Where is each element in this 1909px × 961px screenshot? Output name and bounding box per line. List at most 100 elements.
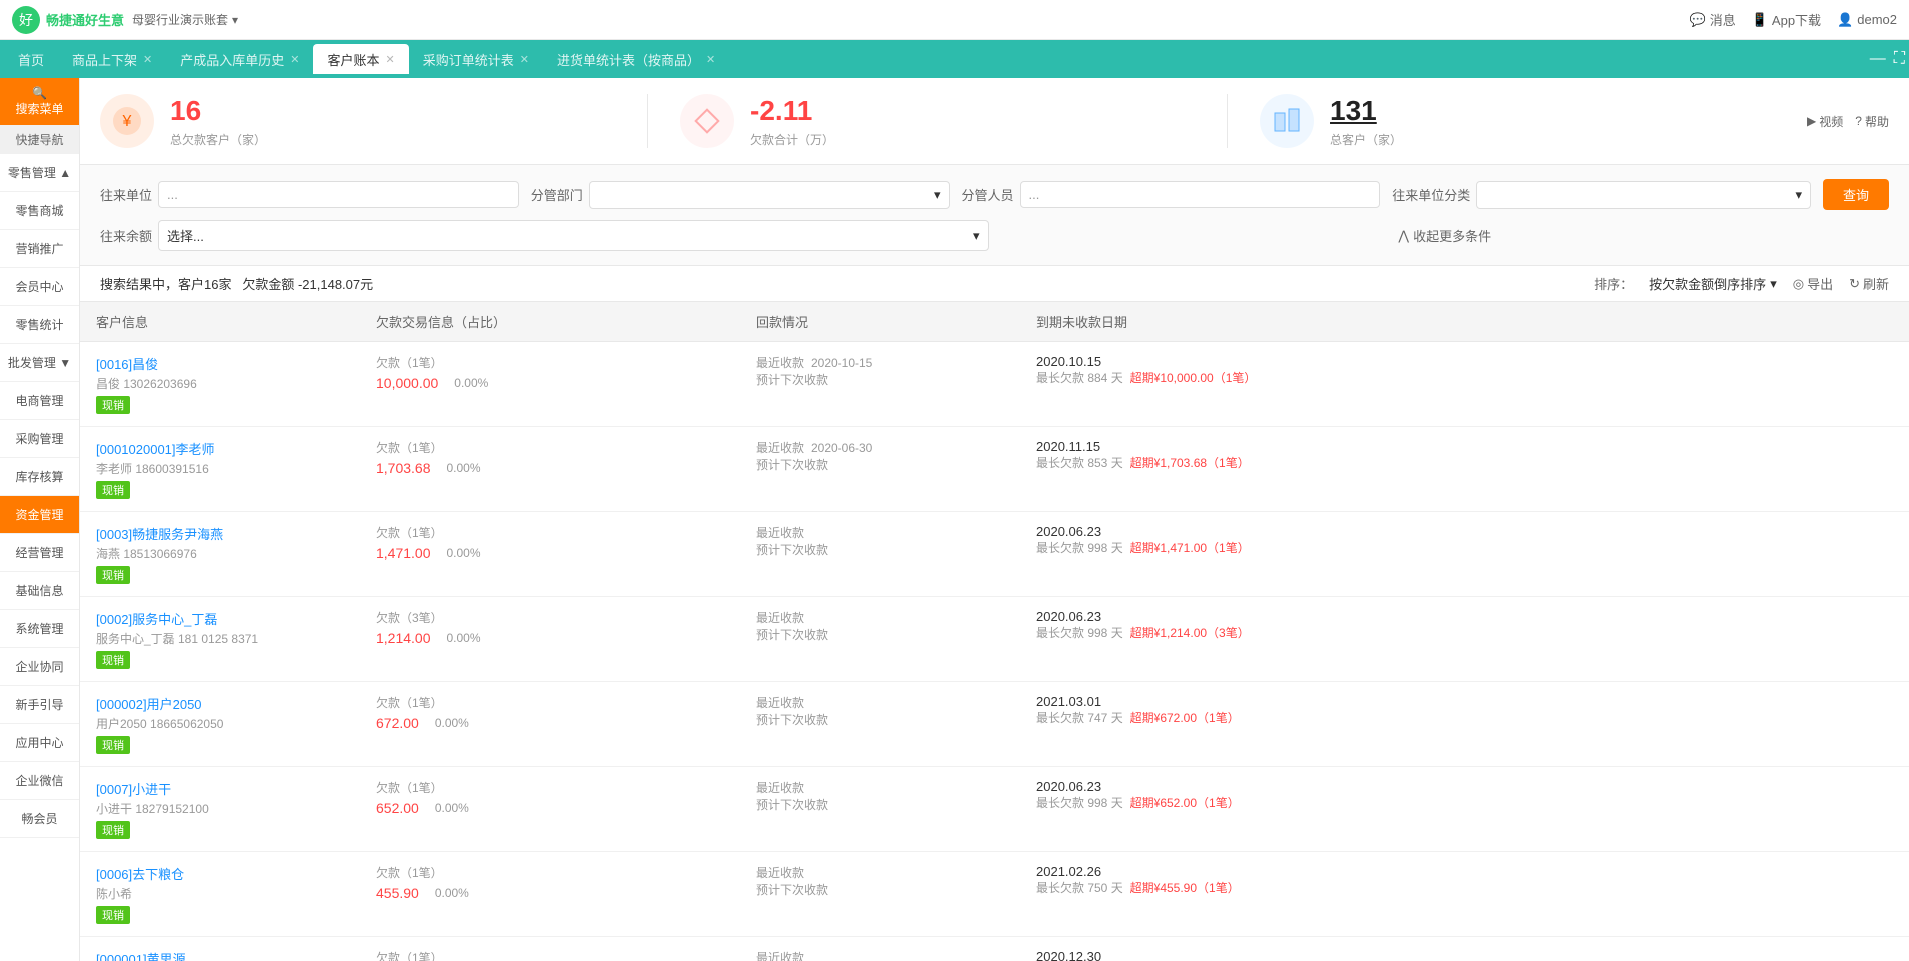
overdue-amount[interactable]: 超期¥1,471.00（1笔） (1130, 541, 1250, 555)
due-date: 2020.06.23 (1036, 524, 1893, 539)
sidebar-item-ecommerce[interactable]: 电商管理 (0, 382, 79, 420)
manager-input[interactable]: ... (1020, 181, 1381, 208)
export-button[interactable]: ◎ 导出 (1793, 274, 1833, 293)
col-customer-info: 客户信息 (80, 302, 360, 342)
customer-name[interactable]: [000001]黄思源 (96, 949, 344, 961)
overdue-days: 最长欠款 750 天 (1036, 881, 1126, 895)
sidebar-item-purchase[interactable]: 采购管理 (0, 420, 79, 458)
last-payment-label: 最近收款 (756, 526, 804, 540)
sidebar-item-finance[interactable]: 资金管理 (0, 496, 79, 534)
debt-info: 欠款（1笔） (376, 354, 724, 371)
stat-icon-debt (680, 94, 734, 148)
overdue-days: 最长欠款 998 天 (1036, 796, 1126, 810)
tab-customer-account[interactable]: 客户账本 ✕ (313, 44, 408, 74)
tab-close-icon[interactable]: ✕ (386, 53, 395, 66)
app-download-button[interactable]: 📱 App下载 (1752, 10, 1821, 29)
message-button[interactable]: 💬 消息 (1690, 10, 1736, 29)
dept-select[interactable]: ▾ (589, 181, 950, 209)
customer-name[interactable]: [0016]昌俊 (96, 354, 344, 373)
tab-close-icon[interactable]: ✕ (520, 53, 529, 66)
sidebar-item-wechat[interactable]: 企业微信 (0, 762, 79, 800)
chevron-down-icon: ▾ (1770, 276, 1777, 292)
tab-home[interactable]: 首页 (4, 44, 58, 74)
stat-icon-customers: ¥ (100, 94, 154, 148)
results-bar: 搜索结果中，客户16家 欠款金额 -21,148.07元 排序： 按欠款金额倒序… (80, 266, 1909, 302)
customer-name[interactable]: [0003]畅捷服务尹海燕 (96, 524, 344, 543)
tab-minimize-icon[interactable]: — (1870, 50, 1886, 68)
customer-name[interactable]: [0002]服务中心_丁磊 (96, 609, 344, 628)
debt-percent: 0.00% (454, 376, 488, 390)
sort-select[interactable]: 按欠款金额倒序排序 ▾ (1649, 274, 1777, 293)
overdue-amount[interactable]: 超期¥10,000.00（1笔） (1130, 371, 1257, 385)
tab-close-icon[interactable]: ✕ (290, 53, 299, 66)
tab-purchase-order[interactable]: 采购订单统计表 ✕ (409, 44, 543, 74)
last-payment-date (808, 781, 811, 795)
help-icon: ? (1855, 114, 1862, 128)
customer-name[interactable]: [000002]用户2050 (96, 694, 344, 713)
sidebar-item-app-center[interactable]: 应用中心 (0, 724, 79, 762)
search-button[interactable]: 查询 (1823, 179, 1889, 210)
tab-maximize-icon[interactable]: ⛶ (1894, 50, 1905, 68)
sidebar-item-member2[interactable]: 畅会员 (0, 800, 79, 838)
sidebar-item-inventory[interactable]: 库存核算 (0, 458, 79, 496)
tab-close-icon[interactable]: ✕ (706, 53, 715, 66)
help-button[interactable]: ? 帮助 (1855, 113, 1889, 130)
export-icon: ◎ (1793, 276, 1804, 292)
debt-percent: 0.00% (435, 716, 469, 730)
last-payment-date (808, 526, 811, 540)
balance-select[interactable]: 选择... ▾ (158, 220, 988, 251)
sidebar-item-enterprise[interactable]: 企业协同 (0, 648, 79, 686)
chevron-down-icon: ▾ (232, 13, 238, 27)
table-row: [0001020001]李老师 李老师 18600391516 现销 欠款（1笔… (80, 427, 1909, 512)
avatar-icon: 👤 (1837, 12, 1853, 28)
sidebar-item-retail-mgmt[interactable]: 零售管理 ▲ (0, 154, 79, 192)
overdue-amount[interactable]: 超期¥672.00（1笔） (1130, 711, 1240, 725)
stat-customers-info: 16 总欠款客户（家） (170, 95, 266, 148)
sidebar-item-retail-mall[interactable]: 零售商城 (0, 192, 79, 230)
payment-info: 最近收款 (756, 779, 1004, 796)
category-select[interactable]: ▾ (1476, 181, 1811, 209)
sidebar-item-retail-stats[interactable]: 零售统计 (0, 306, 79, 344)
dots-placeholder: ... (167, 187, 178, 202)
video-button[interactable]: ▶ 视频 (1807, 113, 1843, 130)
debt-amount: 672.00 (376, 715, 419, 731)
filter-label-dept: 分管部门 (531, 185, 583, 204)
store-selector[interactable]: 母婴行业演示账套 ▾ (132, 11, 238, 28)
customer-input[interactable]: ... (158, 181, 519, 208)
overdue-amount[interactable]: 超期¥1,214.00（3笔） (1130, 626, 1250, 640)
last-payment-label: 最近收款 (756, 696, 804, 710)
customer-name[interactable]: [0006]去下粮仓 (96, 864, 344, 883)
sidebar-search[interactable]: 🔍 搜索菜单 (0, 78, 79, 125)
last-payment-label: 最近收款 (756, 441, 804, 455)
overdue-info: 最长欠款 853 天 超期¥1,703.68（1笔） (1036, 454, 1893, 471)
customer-name[interactable]: [0001020001]李老师 (96, 439, 344, 458)
sidebar-item-guide[interactable]: 新手引导 (0, 686, 79, 724)
sidebar-item-member[interactable]: 会员中心 (0, 268, 79, 306)
overdue-amount[interactable]: 超期¥455.90（1笔） (1130, 881, 1240, 895)
due-date: 2020.10.15 (1036, 354, 1893, 369)
tab-close-icon[interactable]: ✕ (143, 53, 152, 66)
chevron-down-icon: ▾ (1795, 187, 1802, 203)
tab-product-stock[interactable]: 产成品入库单历史 ✕ (166, 44, 313, 74)
due-date: 2020.11.15 (1036, 439, 1893, 454)
overdue-amount[interactable]: 超期¥1,703.68（1笔） (1130, 456, 1250, 470)
tab-product-offline[interactable]: 商品上下架 ✕ (58, 44, 166, 74)
customer-contact: 用户2050 18665062050 (96, 715, 344, 732)
user-avatar[interactable]: 👤 demo2 (1837, 12, 1897, 28)
overdue-amount[interactable]: 超期¥652.00（1笔） (1130, 796, 1240, 810)
video-icon: ▶ (1807, 114, 1816, 128)
chevron-icon: ▲ (59, 166, 71, 180)
sidebar-item-wholesale-mgmt[interactable]: 批发管理 ▼ (0, 344, 79, 382)
refresh-button[interactable]: ↻ 刷新 (1849, 274, 1889, 293)
tab-stock-stats[interactable]: 进货单统计表（按商品） ✕ (543, 44, 729, 74)
overdue-info: 最长欠款 747 天 超期¥672.00（1笔） (1036, 709, 1893, 726)
table-row: [0006]去下粮仓 陈小希 现销 欠款（1笔） 455.90 0.00% 最近… (80, 852, 1909, 937)
message-icon: 💬 (1690, 12, 1706, 28)
logo-icon: 好 (12, 6, 40, 34)
sidebar-item-system[interactable]: 系统管理 (0, 610, 79, 648)
customer-name[interactable]: [0007]小进干 (96, 779, 344, 798)
sidebar-item-basic-info[interactable]: 基础信息 (0, 572, 79, 610)
sidebar-item-marketing[interactable]: 营销推广 (0, 230, 79, 268)
collapse-button[interactable]: ⋀ 收起更多条件 (1390, 222, 1499, 249)
sidebar-item-operation[interactable]: 经营管理 (0, 534, 79, 572)
